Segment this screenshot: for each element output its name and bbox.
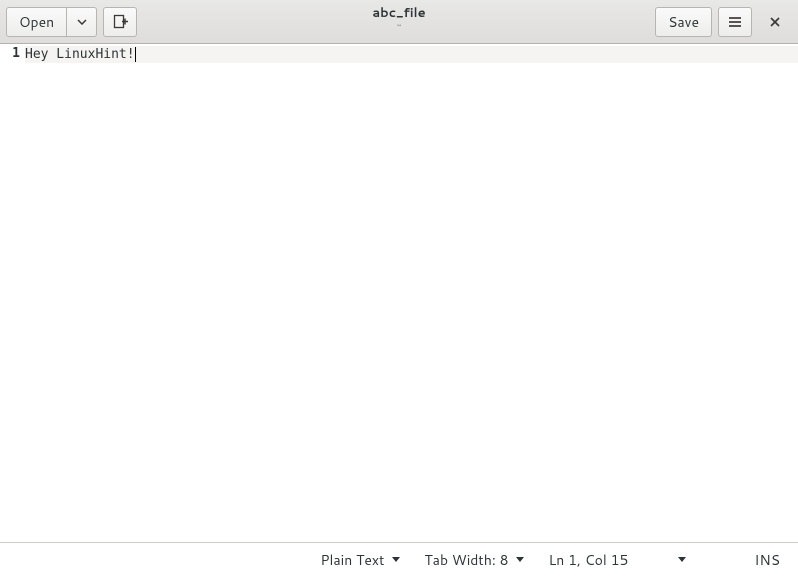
open-button[interactable]: Open <box>6 7 67 37</box>
text-cursor <box>135 47 136 62</box>
save-button-label: Save <box>668 12 699 32</box>
language-selector[interactable]: Plain Text <box>308 550 412 570</box>
language-label: Plain Text <box>320 550 384 570</box>
chevron-down-icon <box>77 19 87 25</box>
menu-button[interactable] <box>718 7 752 37</box>
save-button[interactable]: Save <box>655 7 712 37</box>
cursor-position-label: Ln 1, Col 15 <box>548 550 628 570</box>
cursor-position-selector[interactable]: Ln 1, Col 15 <box>536 550 742 570</box>
new-tab-button[interactable] <box>103 7 137 37</box>
line-content: Hey LinuxHint! <box>25 47 135 62</box>
open-button-group: Open <box>6 7 97 37</box>
text-area[interactable]: Hey LinuxHint! <box>23 44 798 542</box>
text-line: Hey LinuxHint! <box>25 46 798 63</box>
line-number-gutter: 1 <box>0 44 23 542</box>
line-number: 1 <box>0 46 20 61</box>
editor-area: 1 Hey LinuxHint! <box>0 44 798 542</box>
hamburger-icon <box>728 16 742 28</box>
status-bar: Plain Text Tab Width: 8 Ln 1, Col 15 INS <box>0 542 798 576</box>
close-window-button[interactable] <box>758 7 792 37</box>
chevron-down-icon <box>516 557 524 562</box>
close-icon <box>769 16 781 28</box>
chevron-down-icon <box>678 557 686 562</box>
tab-width-selector[interactable]: Tab Width: 8 <box>412 550 536 570</box>
new-document-icon <box>112 14 128 30</box>
tab-width-label: Tab Width: 8 <box>424 550 508 570</box>
insert-mode-toggle[interactable]: INS <box>742 550 786 570</box>
chevron-down-icon <box>392 557 400 562</box>
open-recent-button[interactable] <box>67 7 97 37</box>
insert-mode-label: INS <box>754 550 780 570</box>
header-bar: Open abc_file ~ Save <box>0 0 798 44</box>
open-button-label: Open <box>19 12 54 32</box>
